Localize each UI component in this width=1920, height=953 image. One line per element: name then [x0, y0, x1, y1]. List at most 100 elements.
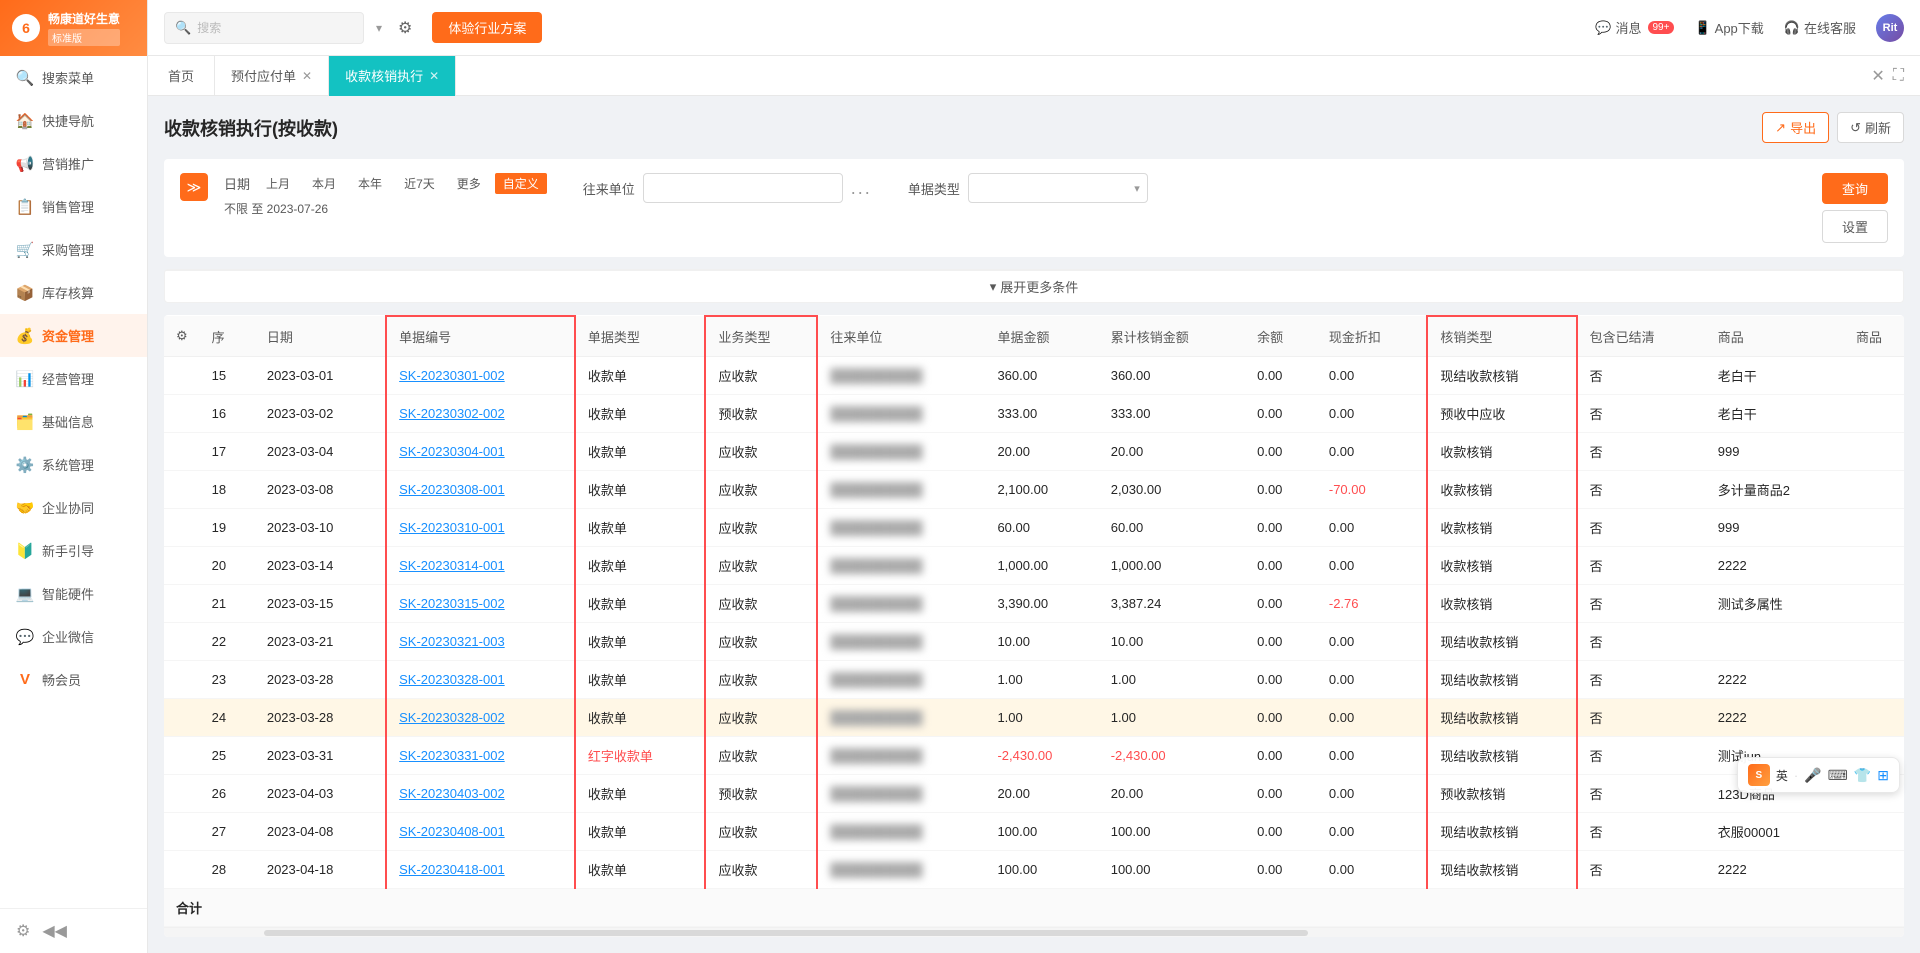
- sidebar-item-member[interactable]: V 畅会员: [0, 658, 147, 701]
- horizontal-scrollbar[interactable]: [164, 927, 1904, 937]
- sidebar-item-system[interactable]: ⚙️ 系统管理: [0, 443, 147, 486]
- shirt-icon[interactable]: 👕: [1854, 767, 1871, 784]
- solution-button[interactable]: 体验行业方案: [432, 12, 542, 43]
- tab-close-prepay[interactable]: ✕: [302, 69, 312, 83]
- settings-bottom-icon[interactable]: ⚙: [16, 921, 30, 941]
- tab-close-collection[interactable]: ✕: [429, 69, 439, 83]
- filter-date-7days[interactable]: 近7天: [396, 173, 443, 194]
- filter-settings-button[interactable]: 设置: [1822, 210, 1888, 243]
- grid-icon[interactable]: ⊞: [1877, 767, 1889, 784]
- sidebar-item-sales[interactable]: 📋 销售管理: [0, 185, 147, 228]
- td-total-cancel: 3,387.24: [1099, 585, 1245, 623]
- sidebar-item-operations[interactable]: 📊 经营管理: [0, 357, 147, 400]
- filter-date-last-month[interactable]: 上月: [258, 173, 298, 194]
- td-doc-no[interactable]: SK-20230304-001: [386, 433, 575, 471]
- tab-collection[interactable]: 收款核销执行 ✕: [329, 56, 456, 96]
- th-settings[interactable]: ⚙: [164, 316, 200, 357]
- collapse-sidebar-icon[interactable]: ◀◀: [42, 921, 67, 941]
- export-button[interactable]: ↗ 导出: [1762, 112, 1829, 143]
- user-avatar[interactable]: Rit: [1876, 14, 1904, 42]
- table-row[interactable]: 152023-03-01SK-20230301-002收款单应收款███████…: [164, 357, 1904, 395]
- filter-expand-btn[interactable]: ▾ 展开更多条件: [165, 270, 1903, 302]
- total-row: 合计: [164, 889, 1904, 927]
- sidebar-item-enterprise[interactable]: 🤝 企业协同: [0, 486, 147, 529]
- keyboard-icon[interactable]: ⌨: [1828, 767, 1848, 784]
- table-row[interactable]: 172023-03-04SK-20230304-001收款单应收款███████…: [164, 433, 1904, 471]
- td-balance: 0.00: [1245, 585, 1317, 623]
- fullscreen-icon[interactable]: ⛶: [1893, 67, 1904, 85]
- close-tab-icon[interactable]: ✕: [1871, 66, 1884, 86]
- td-no: 15: [200, 357, 255, 395]
- table-row[interactable]: 282023-04-18SK-20230418-001收款单应收款███████…: [164, 851, 1904, 889]
- sidebar-item-purchase[interactable]: 🛒 采购管理: [0, 228, 147, 271]
- filter-date-more[interactable]: 更多: [449, 173, 489, 194]
- td-biz-type: 应收款: [705, 585, 817, 623]
- sidebar-item-hardware[interactable]: 💻 智能硬件: [0, 572, 147, 615]
- td-doc-no[interactable]: SK-20230301-002: [386, 357, 575, 395]
- online-service-btn[interactable]: 🎧 在线客服: [1784, 18, 1856, 37]
- filter-toggle-btn[interactable]: ≫: [180, 173, 208, 201]
- td-no: 25: [200, 737, 255, 775]
- table-row[interactable]: 262023-04-03SK-20230403-002收款单预收款███████…: [164, 775, 1904, 813]
- doctype-select[interactable]: [968, 173, 1148, 203]
- mic-icon[interactable]: 🎤: [1804, 767, 1821, 784]
- sidebar-item-guide[interactable]: 🔰 新手引导: [0, 529, 147, 572]
- td-cancel-type: 现结收款核销: [1427, 851, 1576, 889]
- scrollbar-thumb[interactable]: [264, 930, 1308, 936]
- table-row[interactable]: 192023-03-10SK-20230310-001收款单应收款███████…: [164, 509, 1904, 547]
- td-balance: 0.00: [1245, 813, 1317, 851]
- table-row[interactable]: 162023-03-02SK-20230302-002收款单预收款███████…: [164, 395, 1904, 433]
- sidebar-item-wechat[interactable]: 💬 企业微信: [0, 615, 147, 658]
- sidebar-item-inventory[interactable]: 📦 库存核算: [0, 271, 147, 314]
- td-doc-no[interactable]: SK-20230328-002: [386, 699, 575, 737]
- topbar-gear-icon[interactable]: ⚙: [398, 18, 412, 38]
- table-row[interactable]: 202023-03-14SK-20230314-001收款单应收款███████…: [164, 547, 1904, 585]
- td-doc-no[interactable]: SK-20230308-001: [386, 471, 575, 509]
- td-doc-no[interactable]: SK-20230310-001: [386, 509, 575, 547]
- td-doc-no[interactable]: SK-20230302-002: [386, 395, 575, 433]
- td-doc-no[interactable]: SK-20230314-001: [386, 547, 575, 585]
- tab-home[interactable]: 首页: [148, 56, 215, 96]
- td-doc-no[interactable]: SK-20230315-002: [386, 585, 575, 623]
- table-row[interactable]: 272023-04-08SK-20230408-001收款单应收款███████…: [164, 813, 1904, 851]
- partner-input[interactable]: [643, 173, 843, 203]
- table-row[interactable]: 222023-03-21SK-20230321-003收款单应收款███████…: [164, 623, 1904, 661]
- filter-date-custom[interactable]: 自定义: [495, 173, 547, 194]
- td-doc-no[interactable]: SK-20230331-002: [386, 737, 575, 775]
- tab-prepay[interactable]: 预付应付单 ✕: [215, 56, 329, 96]
- table-row[interactable]: 182023-03-08SK-20230308-001收款单应收款███████…: [164, 471, 1904, 509]
- messages-btn[interactable]: 💬 消息 99+: [1595, 18, 1674, 37]
- sidebar-item-basic[interactable]: 🗂️ 基础信息: [0, 400, 147, 443]
- td-include-cleared: 否: [1577, 509, 1706, 547]
- partner-dots[interactable]: ...: [851, 178, 872, 199]
- sidebar-item-quicknav[interactable]: 🏠 快捷导航: [0, 99, 147, 142]
- td-goods2: [1844, 547, 1904, 585]
- topbar-search[interactable]: 🔍 搜索: [164, 12, 364, 44]
- td-cancel-type: 收款核销: [1427, 471, 1576, 509]
- td-doc-no[interactable]: SK-20230321-003: [386, 623, 575, 661]
- td-biz-type: 应收款: [705, 509, 817, 547]
- td-doc-no[interactable]: SK-20230418-001: [386, 851, 575, 889]
- td-doc-no[interactable]: SK-20230403-002: [386, 775, 575, 813]
- sidebar-item-search[interactable]: 🔍 搜索菜单: [0, 56, 147, 99]
- td-cancel-type: 现结收款核销: [1427, 737, 1576, 775]
- table-row[interactable]: 252023-03-31SK-20230331-002红字收款单应收款█████…: [164, 737, 1904, 775]
- table-row[interactable]: 232023-03-28SK-20230328-001收款单应收款███████…: [164, 661, 1904, 699]
- dropdown-arrow-icon[interactable]: ▾: [376, 21, 382, 35]
- td-doc-no[interactable]: SK-20230328-001: [386, 661, 575, 699]
- filter-date-this-month[interactable]: 本月: [304, 173, 344, 194]
- td-balance: 0.00: [1245, 661, 1317, 699]
- table-scroll-area[interactable]: ⚙ 序 日期 单据编号 单据类型 业务类型 往来单位 单据金额 累计核销金额 余…: [164, 315, 1904, 927]
- td-doc-no[interactable]: SK-20230408-001: [386, 813, 575, 851]
- table-row[interactable]: 242023-03-28SK-20230328-002收款单应收款███████…: [164, 699, 1904, 737]
- sidebar-item-finance[interactable]: 💰 资金管理: [0, 314, 147, 357]
- filter-date-this-year[interactable]: 本年: [350, 173, 390, 194]
- td-settings: [164, 851, 200, 889]
- logo-icon: 6: [12, 14, 40, 42]
- td-goods: [1706, 623, 1844, 661]
- refresh-button[interactable]: ↺ 刷新: [1837, 112, 1904, 143]
- table-row[interactable]: 212023-03-15SK-20230315-002收款单应收款███████…: [164, 585, 1904, 623]
- sidebar-item-marketing[interactable]: 📢 营销推广: [0, 142, 147, 185]
- query-button[interactable]: 查询: [1822, 173, 1888, 204]
- app-download-btn[interactable]: 📱 App下载: [1694, 18, 1763, 37]
